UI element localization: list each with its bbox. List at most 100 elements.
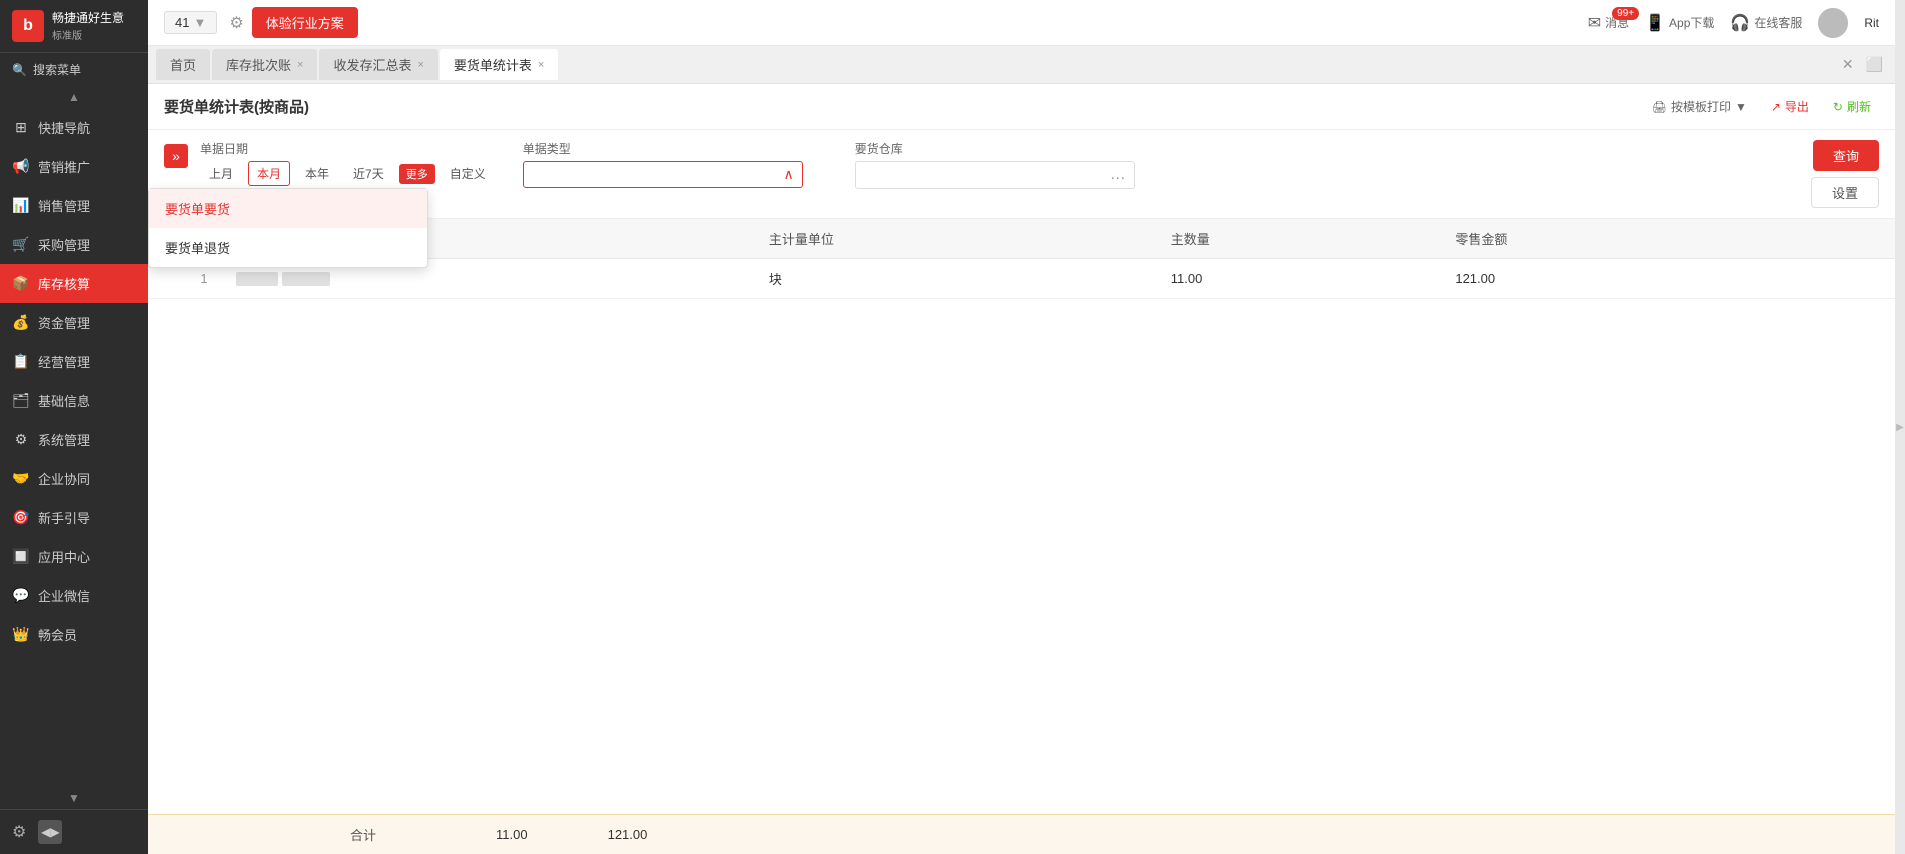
date-btn-this-month[interactable]: 本月: [248, 161, 290, 186]
sidebar-item-purchase[interactable]: 🛒 采购管理: [0, 225, 148, 264]
operation-icon: 📋: [12, 353, 30, 371]
warehouse-filter-group: 要货仓库 …: [855, 140, 1135, 189]
sidebar-item-label: 畅会员: [38, 625, 77, 644]
search-menu[interactable]: 🔍 搜索菜单: [0, 53, 148, 86]
type-filter-label: 单据类型: [523, 140, 803, 157]
date-btn-last-month[interactable]: 上月: [200, 161, 242, 186]
page-title: 要货单统计表(按商品): [164, 96, 309, 117]
service-group[interactable]: 🎧 在线客服: [1730, 13, 1802, 33]
tab-receive-summary[interactable]: 收发存汇总表 ×: [319, 49, 437, 80]
sidebar-item-wechat[interactable]: 💬 企业微信: [0, 576, 148, 615]
tab-inventory-batch-close[interactable]: ×: [297, 59, 303, 71]
product-placeholder-1: [236, 272, 278, 286]
type-filter-input[interactable]: ∧: [523, 161, 803, 188]
sidebar-logo: b 畅捷通好生意 标准版: [0, 0, 148, 53]
toggle-icon: »: [172, 148, 180, 164]
logo-text: 畅捷通好生意 标准版: [52, 10, 124, 42]
sidebar-item-label: 新手引导: [38, 508, 90, 527]
sidebar-item-basic[interactable]: 🗂 基础信息: [0, 381, 148, 420]
tabs-bar-actions: ✕ ⬜: [1838, 54, 1887, 75]
refresh-btn[interactable]: ↻ 刷新: [1825, 94, 1879, 119]
dropdown-option-order[interactable]: 要货单要货: [149, 189, 427, 228]
sidebar-scroll-down[interactable]: ▼: [66, 789, 82, 807]
maximize-btn[interactable]: ⬜: [1862, 54, 1887, 75]
sidebar-item-label: 企业微信: [38, 586, 90, 605]
user-avatar[interactable]: [1818, 8, 1848, 38]
export-btn[interactable]: ↗ 导出: [1763, 94, 1817, 119]
warehouse-filter-input[interactable]: …: [855, 161, 1135, 189]
sidebar-item-label: 库存核算: [38, 274, 90, 293]
sidebar-item-enterprise[interactable]: 🤝 企业协同: [0, 459, 148, 498]
trial-button[interactable]: 体验行业方案: [252, 7, 358, 38]
header-settings-icon[interactable]: ⚙: [229, 13, 243, 33]
sidebar-item-label: 系统管理: [38, 430, 90, 449]
table-footer: 合计 11.00 121.00: [148, 814, 1895, 854]
td-amount: 121.00: [1443, 259, 1786, 299]
sidebar-scroll-up[interactable]: ▲: [66, 88, 82, 106]
right-panel-icon: ▶: [1896, 422, 1904, 433]
header-left: 41 ▼ ⚙ 体验行业方案: [164, 7, 358, 38]
date-btn-this-year[interactable]: 本年: [296, 161, 338, 186]
sidebar-item-sales[interactable]: 📊 销售管理: [0, 186, 148, 225]
sidebar-item-shortcut[interactable]: ⊞ 快捷导航: [0, 108, 148, 147]
sidebar-collapse-btn[interactable]: ◀▶: [38, 820, 62, 844]
service-label: 在线客服: [1754, 14, 1802, 31]
sidebar-item-inventory[interactable]: 📦 库存核算: [0, 264, 148, 303]
type-input-field[interactable]: [532, 167, 784, 182]
tabs-count-selector[interactable]: 41 ▼: [164, 11, 217, 34]
sidebar-item-label: 销售管理: [38, 196, 90, 215]
sales-icon: 📊: [12, 197, 30, 215]
export-icon: ↗: [1771, 100, 1781, 114]
tab-inventory-batch[interactable]: 库存批次账 ×: [212, 49, 317, 80]
sidebar-item-marketing[interactable]: 📢 营销推广: [0, 147, 148, 186]
warehouse-more-icon[interactable]: …: [1110, 166, 1126, 184]
message-group[interactable]: ✉ 消息 99+: [1588, 13, 1629, 33]
date-custom-btn[interactable]: 自定义: [441, 161, 495, 186]
tab-order-summary[interactable]: 要货单统计表 ×: [440, 49, 558, 80]
sidebar-item-label: 经营管理: [38, 352, 90, 371]
wechat-icon: 💬: [12, 587, 30, 605]
header-right: ✉ 消息 99+ 📱 App下载 🎧 在线客服 Rit: [1588, 8, 1879, 38]
td-spacer: [1787, 259, 1895, 299]
print-template-btn[interactable]: 🖨 按模板打印 ▼: [1644, 94, 1755, 119]
date-more-btn[interactable]: 更多: [399, 164, 435, 184]
finance-icon: 💰: [12, 314, 30, 332]
filter-actions: 查询 设置: [1811, 140, 1879, 208]
sidebar-item-label: 快捷导航: [38, 118, 90, 137]
inventory-icon: 📦: [12, 275, 30, 293]
main-area: 41 ▼ ⚙ 体验行业方案 ✉ 消息 99+ 📱 App下载 🎧 在线客服: [148, 0, 1895, 854]
sidebar-nav: ⊞ 快捷导航 📢 营销推广 📊 销售管理 🛒 采购管理 📦 库存核算 💰 资金管…: [0, 108, 148, 787]
message-icon: ✉: [1588, 13, 1601, 33]
sidebar-item-label: 企业协同: [38, 469, 90, 488]
settings-button[interactable]: 设置: [1811, 177, 1879, 208]
warehouse-input-field[interactable]: [864, 168, 1110, 183]
sidebar-item-member[interactable]: 👑 畅会员: [0, 615, 148, 654]
tab-home[interactable]: 首页: [156, 49, 210, 80]
product-placeholder-2: [282, 272, 330, 286]
sidebar-item-operation[interactable]: 📋 经营管理: [0, 342, 148, 381]
appstore-icon: 🔲: [12, 548, 30, 566]
dropdown-option-return[interactable]: 要货单退货: [149, 228, 427, 267]
close-all-btn[interactable]: ✕: [1838, 54, 1858, 75]
type-chevron-icon[interactable]: ∧: [784, 166, 794, 183]
date-btn-7days[interactable]: 近7天: [344, 161, 393, 186]
footer-qty: 11.00: [496, 827, 528, 842]
refresh-label: 刷新: [1847, 98, 1871, 115]
search-icon: 🔍: [12, 63, 27, 77]
sidebar-item-label: 基础信息: [38, 391, 90, 410]
filter-toggle-btn[interactable]: »: [164, 144, 188, 168]
sidebar-item-guide[interactable]: 🎯 新手引导: [0, 498, 148, 537]
enterprise-icon: 🤝: [12, 470, 30, 488]
date-filter-row: 上月 本月 本年 近7天 更多 自定义: [200, 161, 495, 186]
app-download-group[interactable]: 📱 App下载: [1645, 13, 1714, 33]
tab-receive-summary-close[interactable]: ×: [417, 59, 423, 71]
tab-order-summary-close[interactable]: ×: [538, 59, 544, 71]
member-icon: 👑: [12, 626, 30, 644]
sidebar-item-system[interactable]: ⚙ 系统管理: [0, 420, 148, 459]
sidebar-item-finance[interactable]: 💰 资金管理: [0, 303, 148, 342]
sidebar-item-appstore[interactable]: 🔲 应用中心: [0, 537, 148, 576]
query-button[interactable]: 查询: [1813, 140, 1879, 171]
right-panel-toggle[interactable]: ▶: [1895, 0, 1905, 854]
settings-bottom-icon[interactable]: ⚙: [12, 822, 26, 842]
th-unit: 主计量单位: [757, 219, 1159, 259]
